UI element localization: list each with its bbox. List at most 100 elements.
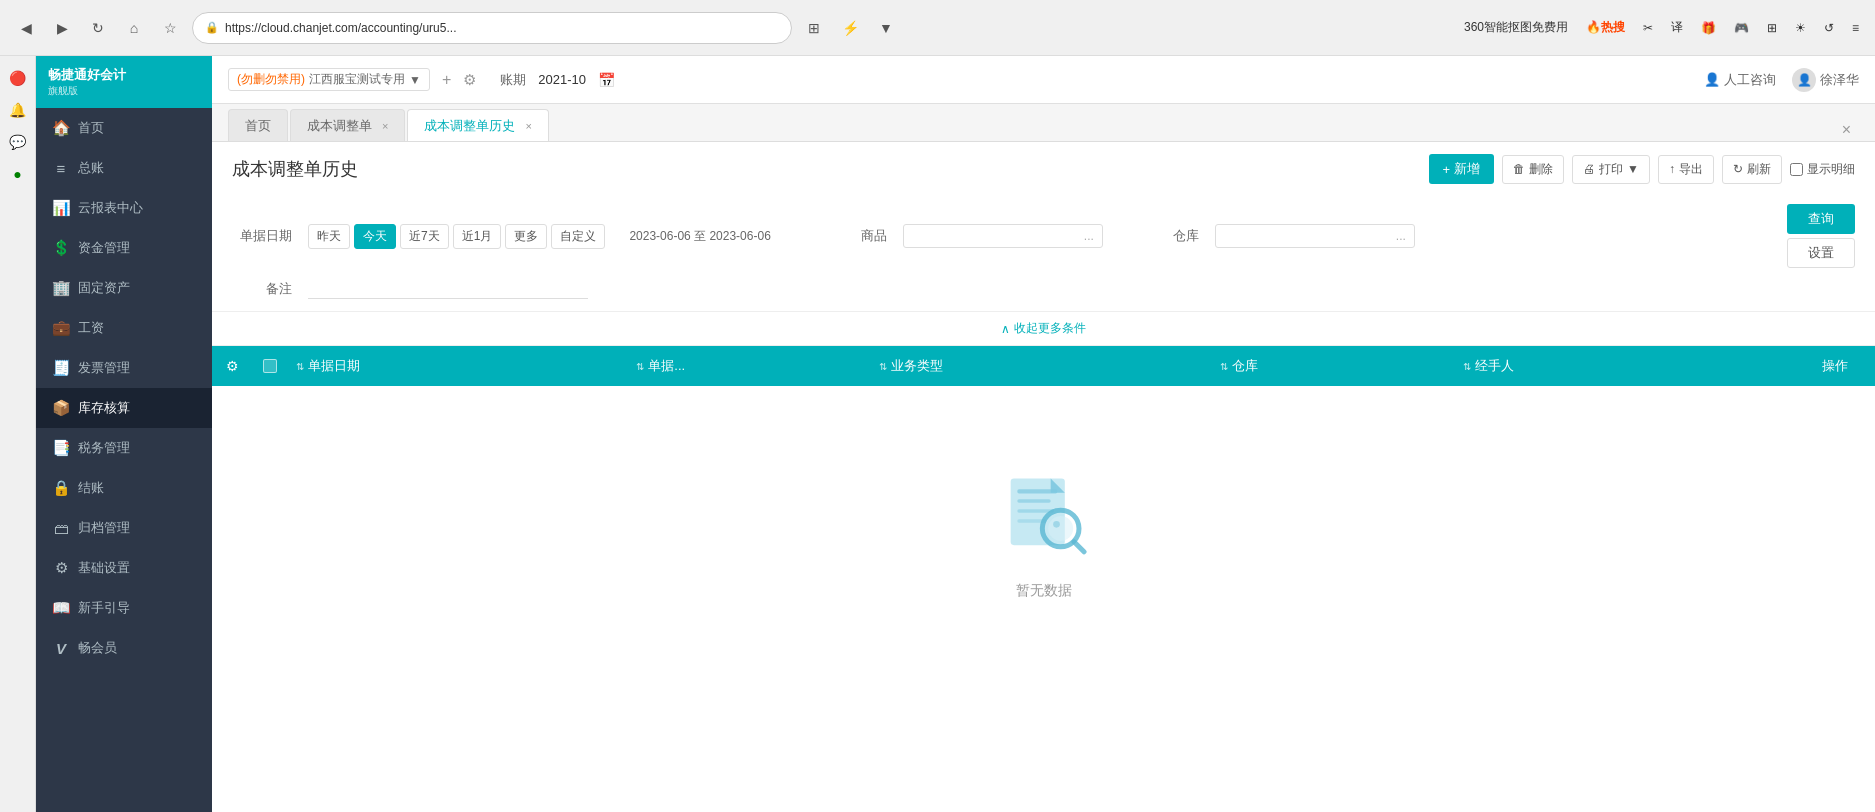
tab-cost-adjustment-history-close[interactable]: × bbox=[525, 120, 531, 132]
empty-state-icon bbox=[994, 466, 1094, 566]
export-button[interactable]: ↑ 导出 bbox=[1658, 155, 1714, 184]
th-settings[interactable]: ⚙ bbox=[212, 358, 252, 374]
sidebar-item-ledger[interactable]: ≡ 总账 bbox=[36, 148, 212, 188]
icon-bar-weibo[interactable]: 🔴 bbox=[4, 64, 32, 92]
delete-label: 删除 bbox=[1529, 161, 1553, 178]
th-biz-type[interactable]: ⇅ 业务类型 bbox=[871, 357, 1211, 375]
period-label: 账期 bbox=[500, 71, 526, 89]
svg-rect-2 bbox=[1017, 499, 1050, 502]
sidebar-item-inventory[interactable]: 📦 库存核算 bbox=[36, 388, 212, 428]
query-button[interactable]: 查询 bbox=[1787, 204, 1855, 234]
product-selector[interactable]: ... bbox=[903, 224, 1103, 248]
sidebar-logo[interactable]: 畅捷通好会计 旗舰版 bbox=[36, 56, 212, 108]
date-yesterday-btn[interactable]: 昨天 bbox=[308, 224, 350, 249]
company-warning: (勿删勿禁用) bbox=[237, 71, 305, 88]
date-last-month-btn[interactable]: 近1月 bbox=[453, 224, 502, 249]
home-button[interactable]: ⌂ bbox=[120, 14, 148, 42]
icon-bar-bell[interactable]: 🔔 bbox=[4, 96, 32, 124]
collapse-button[interactable]: ∧ 收起更多条件 bbox=[1001, 320, 1086, 337]
newbie-icon: 📖 bbox=[52, 599, 70, 617]
extensions-button[interactable]: ⊞ bbox=[800, 14, 828, 42]
scissors-tool[interactable]: ✂ bbox=[1639, 19, 1657, 37]
warehouse-selector[interactable]: ... bbox=[1215, 224, 1415, 248]
th-warehouse[interactable]: ⇅ 仓库 bbox=[1212, 357, 1455, 375]
consult-button[interactable]: 👤 人工咨询 bbox=[1704, 71, 1776, 89]
date-today-btn[interactable]: 今天 bbox=[354, 224, 396, 249]
tab-cost-adjustment-history[interactable]: 成本调整单历史 × bbox=[407, 109, 548, 141]
svg-point-9 bbox=[1053, 521, 1060, 528]
close-all-tabs[interactable]: × bbox=[1834, 121, 1859, 139]
refresh-button[interactable]: ↻ 刷新 bbox=[1722, 155, 1782, 184]
tab-home[interactable]: 首页 bbox=[228, 109, 288, 141]
top-add-button[interactable]: + bbox=[442, 71, 451, 89]
sidebar-item-reports[interactable]: 📊 云报表中心 bbox=[36, 188, 212, 228]
product-filter-label: 商品 bbox=[827, 227, 887, 245]
th-checkbox[interactable] bbox=[252, 359, 288, 373]
sidebar-item-tax[interactable]: 📑 税务管理 bbox=[36, 428, 212, 468]
sidebar-item-settings[interactable]: ⚙ 基础设置 bbox=[36, 548, 212, 588]
sidebar-item-invoice[interactable]: 🧾 发票管理 bbox=[36, 348, 212, 388]
note-input[interactable] bbox=[308, 278, 588, 299]
menu-tool[interactable]: ≡ bbox=[1848, 19, 1863, 37]
query-settings-btns: 查询 设置 bbox=[1787, 204, 1855, 268]
th-warehouse-sort-icon: ⇅ bbox=[1220, 361, 1228, 372]
show-cols-toggle[interactable]: 显示明细 bbox=[1790, 161, 1855, 178]
delete-button[interactable]: 🗑 删除 bbox=[1502, 155, 1564, 184]
th-handler[interactable]: ⇅ 经手人 bbox=[1455, 357, 1795, 375]
top-settings-icon[interactable]: ⚙ bbox=[463, 71, 476, 89]
reports-icon: 📊 bbox=[52, 199, 70, 217]
translate-tool[interactable]: 译 bbox=[1667, 17, 1687, 38]
user-profile[interactable]: 👤 徐泽华 bbox=[1792, 68, 1859, 92]
tab-home-label: 首页 bbox=[245, 117, 271, 135]
company-dropdown-icon: ▼ bbox=[409, 73, 421, 87]
calendar-icon[interactable]: 📅 bbox=[598, 72, 615, 88]
sidebar-item-home[interactable]: 🏠 首页 bbox=[36, 108, 212, 148]
th-number[interactable]: ⇅ 单据... bbox=[628, 357, 871, 375]
date-more-btn[interactable]: 更多 bbox=[505, 224, 547, 249]
sidebar-item-archive[interactable]: 🗃 归档管理 bbox=[36, 508, 212, 548]
brightness-tool[interactable]: ☀ bbox=[1791, 19, 1810, 37]
forward-button[interactable]: ▶ bbox=[48, 14, 76, 42]
show-cols-checkbox[interactable] bbox=[1790, 163, 1803, 176]
game-tool[interactable]: 🎮 bbox=[1730, 19, 1753, 37]
sidebar-item-payroll-label: 工资 bbox=[78, 319, 104, 337]
boost-button[interactable]: ⚡ bbox=[836, 14, 864, 42]
grid-tool[interactable]: ⊞ bbox=[1763, 19, 1781, 37]
th-actions-label: 操作 bbox=[1822, 357, 1848, 375]
table-header: ⚙ ⇅ 单据日期 ⇅ 单据... ⇅ 业务类型 ⇅ bbox=[212, 346, 1875, 386]
settings-filter-button[interactable]: 设置 bbox=[1787, 238, 1855, 268]
star-button[interactable]: ☆ bbox=[156, 14, 184, 42]
hot-search[interactable]: 🔥热搜 bbox=[1582, 17, 1629, 38]
back-button[interactable]: ◀ bbox=[12, 14, 40, 42]
th-date[interactable]: ⇅ 单据日期 bbox=[288, 357, 628, 375]
company-selector[interactable]: (勿删勿禁用) 江西服宝测试专用 ▼ bbox=[228, 68, 430, 91]
refresh-label: 刷新 bbox=[1747, 161, 1771, 178]
tab-cost-adjustment-close[interactable]: × bbox=[382, 120, 388, 132]
date-last7-btn[interactable]: 近7天 bbox=[400, 224, 449, 249]
reload-button[interactable]: ↻ bbox=[84, 14, 112, 42]
warehouse-dots[interactable]: ... bbox=[1396, 229, 1406, 243]
new-button[interactable]: + 新增 bbox=[1429, 154, 1495, 184]
product-dots[interactable]: ... bbox=[1084, 229, 1094, 243]
sidebar-item-payroll[interactable]: 💼 工资 bbox=[36, 308, 212, 348]
sidebar-item-newbie[interactable]: 📖 新手引导 bbox=[36, 588, 212, 628]
sidebar-item-member[interactable]: V 畅会员 bbox=[36, 628, 212, 668]
sidebar-item-closing[interactable]: 🔒 结账 bbox=[36, 468, 212, 508]
icon-bar-green[interactable]: ● bbox=[4, 160, 32, 188]
icon-bar: 🔴 🔔 💬 ● bbox=[0, 56, 36, 812]
more-button[interactable]: ▼ bbox=[872, 14, 900, 42]
print-button[interactable]: 🖨 打印 ▼ bbox=[1572, 155, 1650, 184]
select-all-checkbox[interactable] bbox=[263, 359, 277, 373]
sidebar-item-funds[interactable]: 💲 资金管理 bbox=[36, 228, 212, 268]
wallet-tool[interactable]: 🎁 bbox=[1697, 19, 1720, 37]
tab-cost-adjustment-label: 成本调整单 bbox=[307, 117, 372, 135]
undo-tool[interactable]: ↺ bbox=[1820, 19, 1838, 37]
icon-bar-message[interactable]: 💬 bbox=[4, 128, 32, 156]
empty-state: 暂无数据 bbox=[212, 386, 1875, 680]
date-custom-btn[interactable]: 自定义 bbox=[551, 224, 605, 249]
sidebar-item-home-label: 首页 bbox=[78, 119, 104, 137]
tab-cost-adjustment[interactable]: 成本调整单 × bbox=[290, 109, 405, 141]
search-tool[interactable]: 360智能抠图免费用 bbox=[1460, 17, 1572, 38]
address-bar[interactable]: 🔒 https://cloud.chanjet.com/accounting/u… bbox=[192, 12, 792, 44]
sidebar-item-fixed-assets[interactable]: 🏢 固定资产 bbox=[36, 268, 212, 308]
